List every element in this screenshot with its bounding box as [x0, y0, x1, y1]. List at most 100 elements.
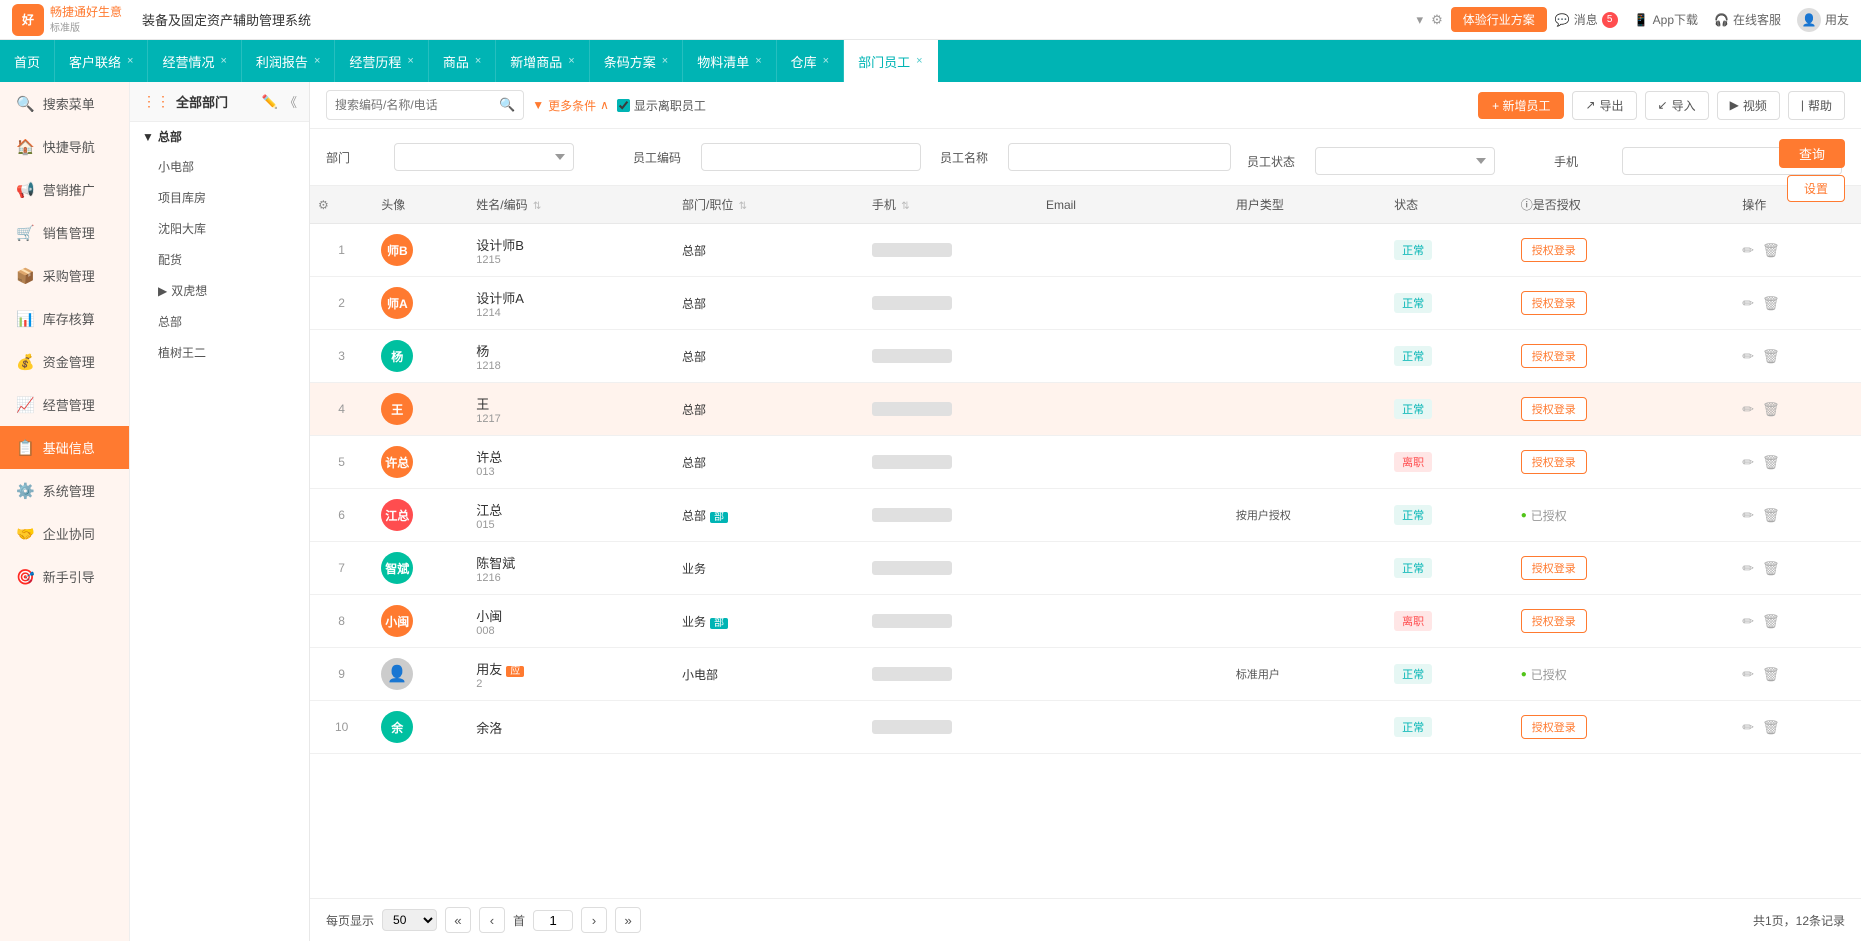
tab-process[interactable]: 经营历程 ×: [335, 40, 428, 82]
auth-login-button[interactable]: 授权登录: [1521, 715, 1587, 739]
auth-login-button[interactable]: 授权登录: [1521, 397, 1587, 421]
dept-filter-select[interactable]: [394, 143, 574, 171]
page-input[interactable]: [533, 910, 573, 931]
dept-item-project-warehouse[interactable]: 项目库房: [130, 182, 309, 213]
more-filter-button[interactable]: ▼ 更多条件 ∧: [532, 97, 609, 114]
sidebar-item-finance[interactable]: 💰 资金管理: [0, 340, 129, 383]
dept-item-distribution[interactable]: 配货: [130, 244, 309, 275]
tab-new-goods[interactable]: 新增商品 ×: [496, 40, 589, 82]
delete-button[interactable]: 🗑: [1762, 348, 1780, 365]
delete-button[interactable]: 🗑: [1762, 454, 1780, 471]
delete-button[interactable]: 🗑: [1762, 719, 1780, 736]
dept-item-shuanghu[interactable]: ▶ 双虎想: [130, 275, 309, 306]
delete-button[interactable]: 🗑: [1762, 560, 1780, 577]
edit-button[interactable]: ✏: [1742, 560, 1754, 577]
col-settings[interactable]: ⚙: [310, 186, 373, 224]
sidebar-item-search-menu[interactable]: 🔍 搜索菜单: [0, 82, 129, 125]
edit-button[interactable]: ✏: [1742, 507, 1754, 524]
tab-customer[interactable]: 客户联络 ×: [55, 40, 148, 82]
emp-status-select[interactable]: [1315, 147, 1495, 175]
dept-item-small-elec[interactable]: 小电部: [130, 151, 309, 182]
close-icon[interactable]: ×: [407, 55, 413, 67]
last-page-button[interactable]: »: [615, 907, 641, 933]
message-button[interactable]: 💬 消息 5: [1555, 11, 1618, 28]
sidebar-item-marketing[interactable]: 📢 营销推广: [0, 168, 129, 211]
edit-button[interactable]: ✏: [1742, 719, 1754, 736]
import-button[interactable]: ↙ 导入: [1645, 91, 1709, 120]
delete-button[interactable]: 🗑: [1762, 295, 1780, 312]
sidebar-item-cooperation[interactable]: 🤝 企业协同: [0, 512, 129, 555]
close-icon[interactable]: ×: [475, 55, 481, 67]
edit-button[interactable]: ✏: [1742, 242, 1754, 259]
edit-button[interactable]: ✏: [1742, 666, 1754, 683]
close-icon[interactable]: ×: [568, 55, 574, 67]
sidebar-item-quick-nav[interactable]: 🏠 快捷导航: [0, 125, 129, 168]
tab-goods[interactable]: 商品 ×: [429, 40, 496, 82]
app-download-button[interactable]: 📱 App下载: [1634, 11, 1698, 28]
emp-code-input[interactable]: [701, 143, 921, 171]
add-employee-button[interactable]: + 新增员工: [1478, 92, 1564, 119]
auth-login-button[interactable]: 授权登录: [1521, 291, 1587, 315]
dept-item-shenyang[interactable]: 沈阳大库: [130, 213, 309, 244]
auth-login-button[interactable]: 授权登录: [1521, 450, 1587, 474]
online-service-button[interactable]: 🎧 在线客服: [1714, 11, 1781, 28]
tab-profit[interactable]: 利润报告 ×: [242, 40, 335, 82]
sidebar-item-guide[interactable]: 🎯 新手引导: [0, 555, 129, 598]
video-button[interactable]: ▶ 视频: [1717, 91, 1780, 120]
emp-name-input[interactable]: [1008, 143, 1231, 171]
edit-button[interactable]: ✏: [1742, 348, 1754, 365]
auth-login-button[interactable]: 授权登录: [1521, 344, 1587, 368]
set-button[interactable]: 设置: [1787, 175, 1845, 202]
sidebar-item-sales[interactable]: 🛒 销售管理: [0, 211, 129, 254]
search-input[interactable]: [335, 98, 495, 112]
col-name[interactable]: 姓名/编码 ⇅: [468, 186, 674, 224]
dropdown-arrow[interactable]: ▾: [1417, 12, 1424, 28]
sidebar-item-basic-info[interactable]: 📋 基础信息: [0, 426, 129, 469]
delete-button[interactable]: 🗑: [1762, 666, 1780, 683]
close-icon[interactable]: ×: [314, 55, 320, 67]
close-icon[interactable]: ×: [662, 55, 668, 67]
edit-button[interactable]: ✏: [1742, 295, 1754, 312]
sidebar-item-system[interactable]: ⚙️ 系统管理: [0, 469, 129, 512]
tab-bom[interactable]: 物料清单 ×: [683, 40, 776, 82]
gear-icon[interactable]: ⚙: [1431, 12, 1443, 28]
query-button[interactable]: 查询: [1779, 139, 1845, 168]
tab-barcode[interactable]: 条码方案 ×: [590, 40, 683, 82]
tab-operations[interactable]: 经营情况 ×: [148, 40, 241, 82]
dept-item-zhishu[interactable]: 植树王二: [130, 337, 309, 368]
sidebar-item-operations-mgmt[interactable]: 📈 经营管理: [0, 383, 129, 426]
close-icon[interactable]: ×: [220, 55, 226, 67]
show-resigned-label[interactable]: 显示离职员工: [617, 97, 706, 114]
per-page-select[interactable]: 50 100 200: [382, 909, 437, 931]
auth-login-button[interactable]: 授权登录: [1521, 609, 1587, 633]
delete-button[interactable]: 🗑: [1762, 613, 1780, 630]
collapse-icon[interactable]: 《: [284, 92, 297, 111]
delete-button[interactable]: 🗑: [1762, 242, 1780, 259]
close-icon[interactable]: ×: [916, 55, 922, 67]
first-page-button[interactable]: «: [445, 907, 471, 933]
edit-dept-icon[interactable]: ✏️: [262, 94, 278, 110]
col-dept[interactable]: 部门/职位 ⇅: [674, 186, 864, 224]
edit-button[interactable]: ✏: [1742, 613, 1754, 630]
user-button[interactable]: 👤 用友: [1797, 8, 1849, 32]
help-button[interactable]: | 帮助: [1788, 91, 1845, 120]
close-icon[interactable]: ×: [755, 55, 761, 67]
edit-button[interactable]: ✏: [1742, 401, 1754, 418]
delete-button[interactable]: 🗑: [1762, 507, 1780, 524]
tab-home[interactable]: 首页: [0, 40, 55, 82]
close-icon[interactable]: ×: [127, 55, 133, 67]
delete-button[interactable]: 🗑: [1762, 401, 1780, 418]
col-phone[interactable]: 手机 ⇅: [864, 186, 1038, 224]
trial-button[interactable]: 体验行业方案: [1451, 7, 1547, 32]
dept-item-general[interactable]: 总部: [130, 306, 309, 337]
sidebar-item-inventory[interactable]: 📊 库存核算: [0, 297, 129, 340]
edit-button[interactable]: ✏: [1742, 454, 1754, 471]
tab-warehouse[interactable]: 仓库 ×: [777, 40, 844, 82]
close-icon[interactable]: ×: [823, 55, 829, 67]
show-resigned-checkbox[interactable]: [617, 99, 630, 112]
dept-section-head[interactable]: ▼ 总部: [130, 122, 309, 151]
next-page-button[interactable]: ›: [581, 907, 607, 933]
sidebar-item-purchase[interactable]: 📦 采购管理: [0, 254, 129, 297]
auth-login-button[interactable]: 授权登录: [1521, 238, 1587, 262]
auth-login-button[interactable]: 授权登录: [1521, 556, 1587, 580]
